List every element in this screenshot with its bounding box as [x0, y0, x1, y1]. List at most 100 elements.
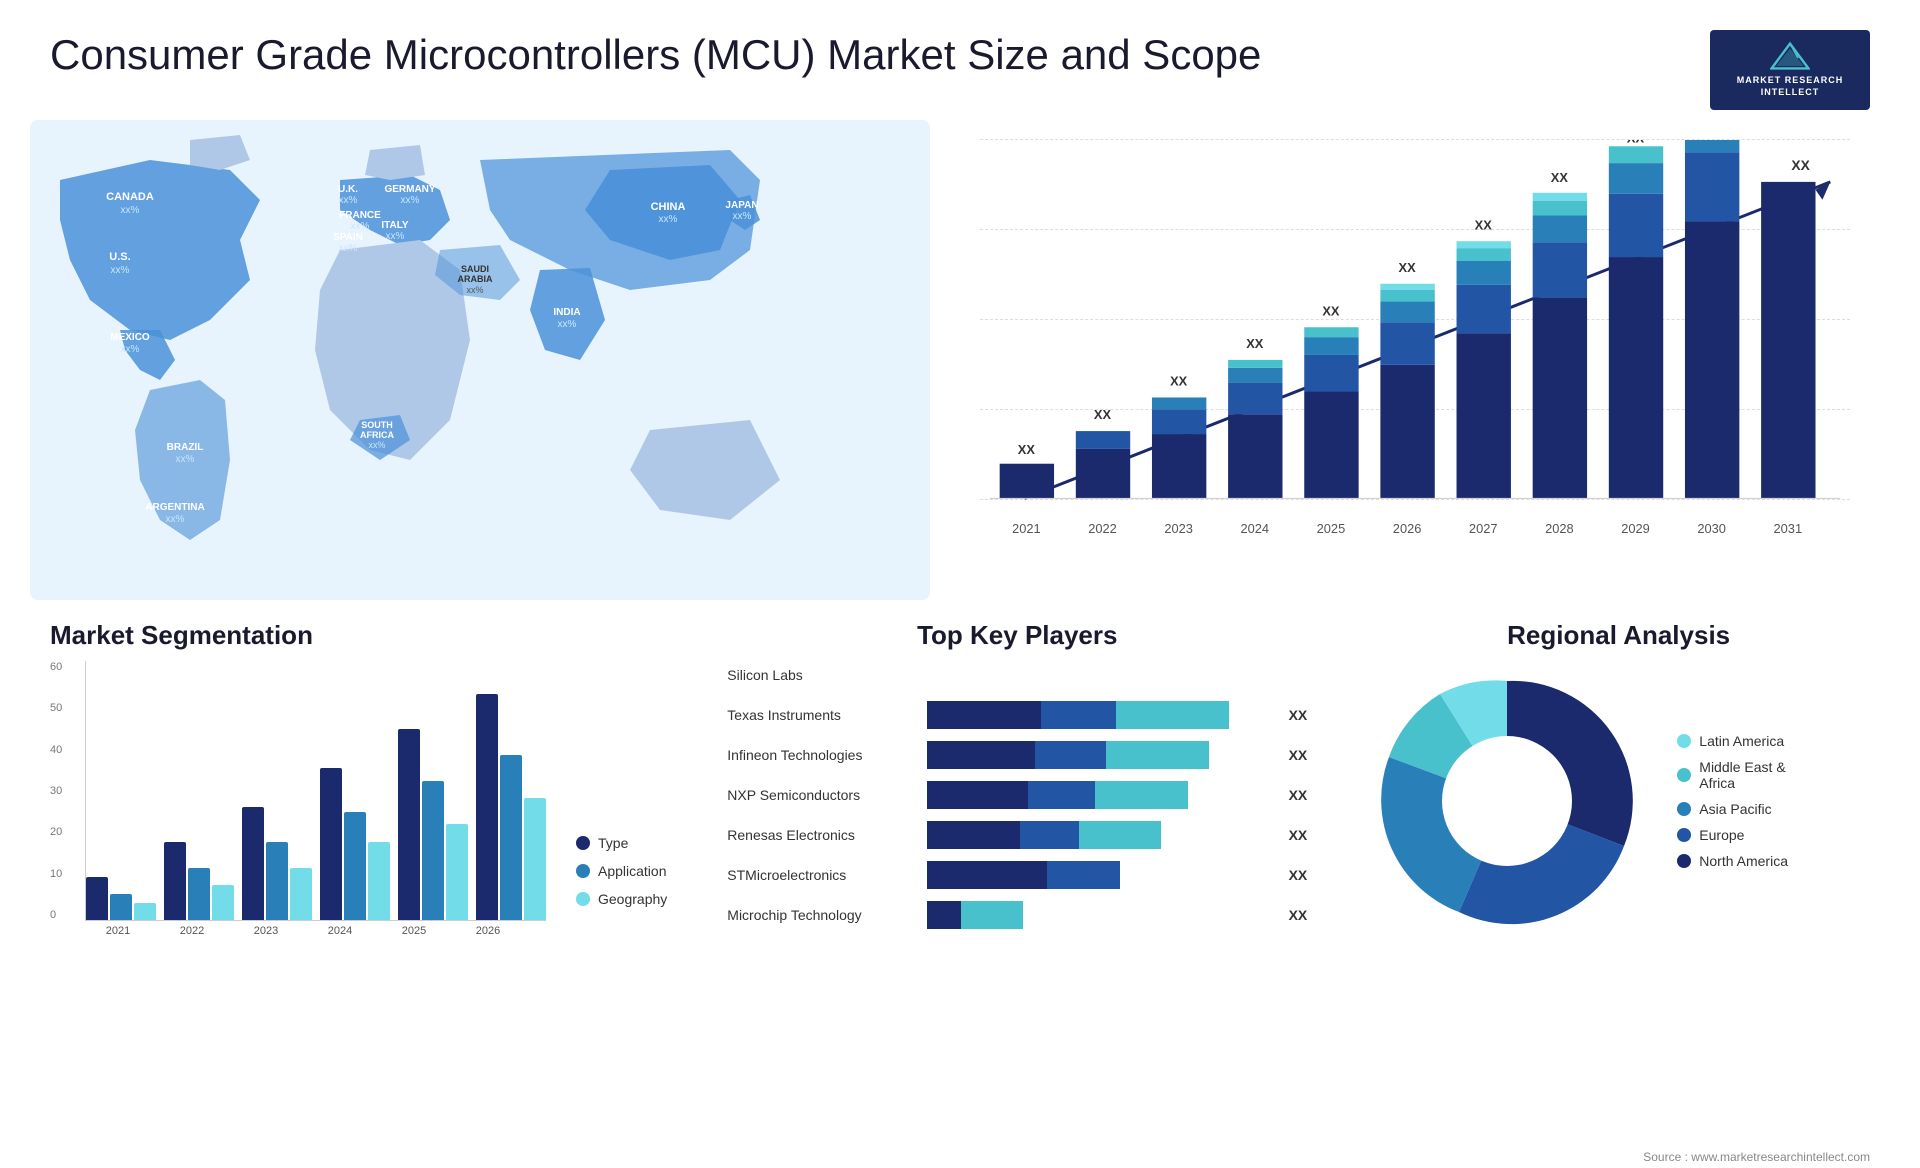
legend-middle-east: Middle East &Africa [1677, 759, 1788, 791]
svg-text:XX: XX [1246, 336, 1264, 351]
seg-group-2021 [86, 877, 156, 920]
dot-latin-america [1677, 734, 1691, 748]
player-bar-microchip [927, 901, 1270, 929]
seg-bar-geo-2024 [368, 842, 390, 920]
dot-type [576, 836, 590, 850]
seg-x-2023: 2023 [233, 925, 299, 937]
player-name-texas: Texas Instruments [727, 707, 917, 723]
seg-group-2022 [164, 842, 234, 920]
svg-text:XX: XX [1322, 303, 1340, 318]
seg-bar-app-2026 [500, 755, 522, 920]
seg-bar-app-2024 [344, 812, 366, 920]
seg-x-2025: 2025 [381, 925, 447, 937]
bottom-row: Market Segmentation 60 50 40 30 20 10 0 [30, 610, 1890, 1030]
svg-text:xx%: xx% [733, 211, 752, 222]
y-axis-label-50: 50 [50, 702, 62, 714]
regional-title: Regional Analysis [1367, 620, 1870, 651]
page-title: Consumer Grade Microcontrollers (MCU) Ma… [50, 30, 1261, 80]
player-value-texas: XX [1289, 707, 1308, 723]
player-value-renesas: XX [1289, 827, 1308, 843]
svg-text:AFRICA: AFRICA [360, 430, 394, 440]
svg-text:xx%: xx% [111, 265, 130, 276]
source-line: Source : www.marketresearchintellect.com [0, 1146, 1920, 1168]
svg-text:xx%: xx% [121, 205, 140, 216]
svg-text:U.S.: U.S. [109, 251, 130, 263]
player-name-microchip: Microchip Technology [727, 907, 917, 923]
dot-asia-pacific [1677, 802, 1691, 816]
svg-text:2030: 2030 [1697, 521, 1726, 536]
logo-icon [1770, 41, 1810, 71]
bar-chart-svg: XX 2021 XX 2022 XX 2023 [970, 140, 1860, 560]
svg-text:BRAZIL: BRAZIL [167, 442, 204, 453]
label-middle-east: Middle East &Africa [1699, 759, 1785, 791]
seg-bar-app-2023 [266, 842, 288, 920]
label-latin-america: Latin America [1699, 733, 1784, 749]
y-axis-label-60: 60 [50, 661, 62, 673]
legend-type: Type [576, 835, 667, 851]
top-row: CANADA xx% U.S. xx% MEXICO xx% BRAZIL xx… [30, 120, 1890, 600]
player-bar-nxp [927, 781, 1270, 809]
label-europe: Europe [1699, 827, 1744, 843]
bar-chart-container: XX 2021 XX 2022 XX 2023 [970, 140, 1860, 540]
seg-x-2022: 2022 [159, 925, 225, 937]
player-value-st: XX [1289, 867, 1308, 883]
seg-bar-type-2022 [164, 842, 186, 920]
dot-application [576, 864, 590, 878]
seg-bar-type-2024 [320, 768, 342, 920]
svg-text:2031: 2031 [1774, 521, 1803, 536]
player-value-nxp: XX [1289, 787, 1308, 803]
svg-text:SOUTH: SOUTH [361, 420, 393, 430]
map-area: CANADA xx% U.S. xx% MEXICO xx% BRAZIL xx… [30, 120, 930, 600]
svg-text:2029: 2029 [1621, 521, 1650, 536]
player-value-infineon: XX [1289, 747, 1308, 763]
svg-text:XX: XX [1627, 140, 1645, 145]
legend-north-america: North America [1677, 853, 1788, 869]
svg-text:xx%: xx% [401, 195, 420, 206]
segmentation-area: Market Segmentation 60 50 40 30 20 10 0 [30, 610, 687, 1030]
label-north-america: North America [1699, 853, 1788, 869]
player-value-microchip: XX [1289, 907, 1308, 923]
dot-middle-east [1677, 768, 1691, 782]
svg-text:SPAIN: SPAIN [333, 232, 363, 243]
seg-bar-type-2026 [476, 694, 498, 920]
svg-text:ARABIA: ARABIA [458, 274, 493, 284]
player-name-nxp: NXP Semiconductors [727, 787, 917, 803]
svg-text:XX: XX [1475, 217, 1493, 232]
dot-geography [576, 892, 590, 906]
svg-text:2026: 2026 [1393, 521, 1422, 536]
svg-text:2025: 2025 [1317, 521, 1346, 536]
player-bar-st [927, 861, 1270, 889]
seg-group-2026 [476, 694, 546, 920]
svg-text:SAUDI: SAUDI [461, 264, 489, 274]
seg-bar-geo-2025 [446, 824, 468, 920]
seg-bar-app-2025 [422, 781, 444, 920]
svg-text:2021: 2021 [1012, 521, 1041, 536]
svg-text:2023: 2023 [1164, 521, 1193, 536]
svg-text:ARGENTINA: ARGENTINA [145, 502, 204, 513]
svg-text:xx%: xx% [339, 195, 358, 206]
dot-europe [1677, 828, 1691, 842]
svg-text:2027: 2027 [1469, 521, 1498, 536]
seg-bar-geo-2026 [524, 798, 546, 920]
player-bar-texas [927, 701, 1270, 729]
svg-text:xx%: xx% [166, 514, 185, 525]
seg-group-2024 [320, 768, 390, 920]
legend-asia-pacific: Asia Pacific [1677, 801, 1788, 817]
svg-text:JAPAN: JAPAN [725, 200, 758, 211]
donut-container: Latin America Middle East &Africa Asia P… [1367, 661, 1870, 941]
seg-x-2026: 2026 [455, 925, 521, 937]
segmentation-title: Market Segmentation [50, 620, 667, 651]
player-name-silicon-labs: Silicon Labs [727, 667, 917, 683]
player-bar-infineon [927, 741, 1270, 769]
seg-bar-app-2021 [110, 894, 132, 920]
seg-bar-geo-2023 [290, 868, 312, 920]
svg-text:xx%: xx% [558, 319, 577, 330]
seg-group-2025 [398, 729, 468, 920]
main-content: CANADA xx% U.S. xx% MEXICO xx% BRAZIL xx… [0, 120, 1920, 1146]
svg-text:MEXICO: MEXICO [110, 332, 150, 343]
player-row-microchip: Microchip Technology XX [727, 901, 1307, 929]
svg-text:GERMANY: GERMANY [384, 184, 435, 195]
seg-bar-type-2023 [242, 807, 264, 920]
player-row-infineon: Infineon Technologies XX [727, 741, 1307, 769]
logo-area: MARKET RESEARCH INTELLECT [1710, 30, 1870, 110]
